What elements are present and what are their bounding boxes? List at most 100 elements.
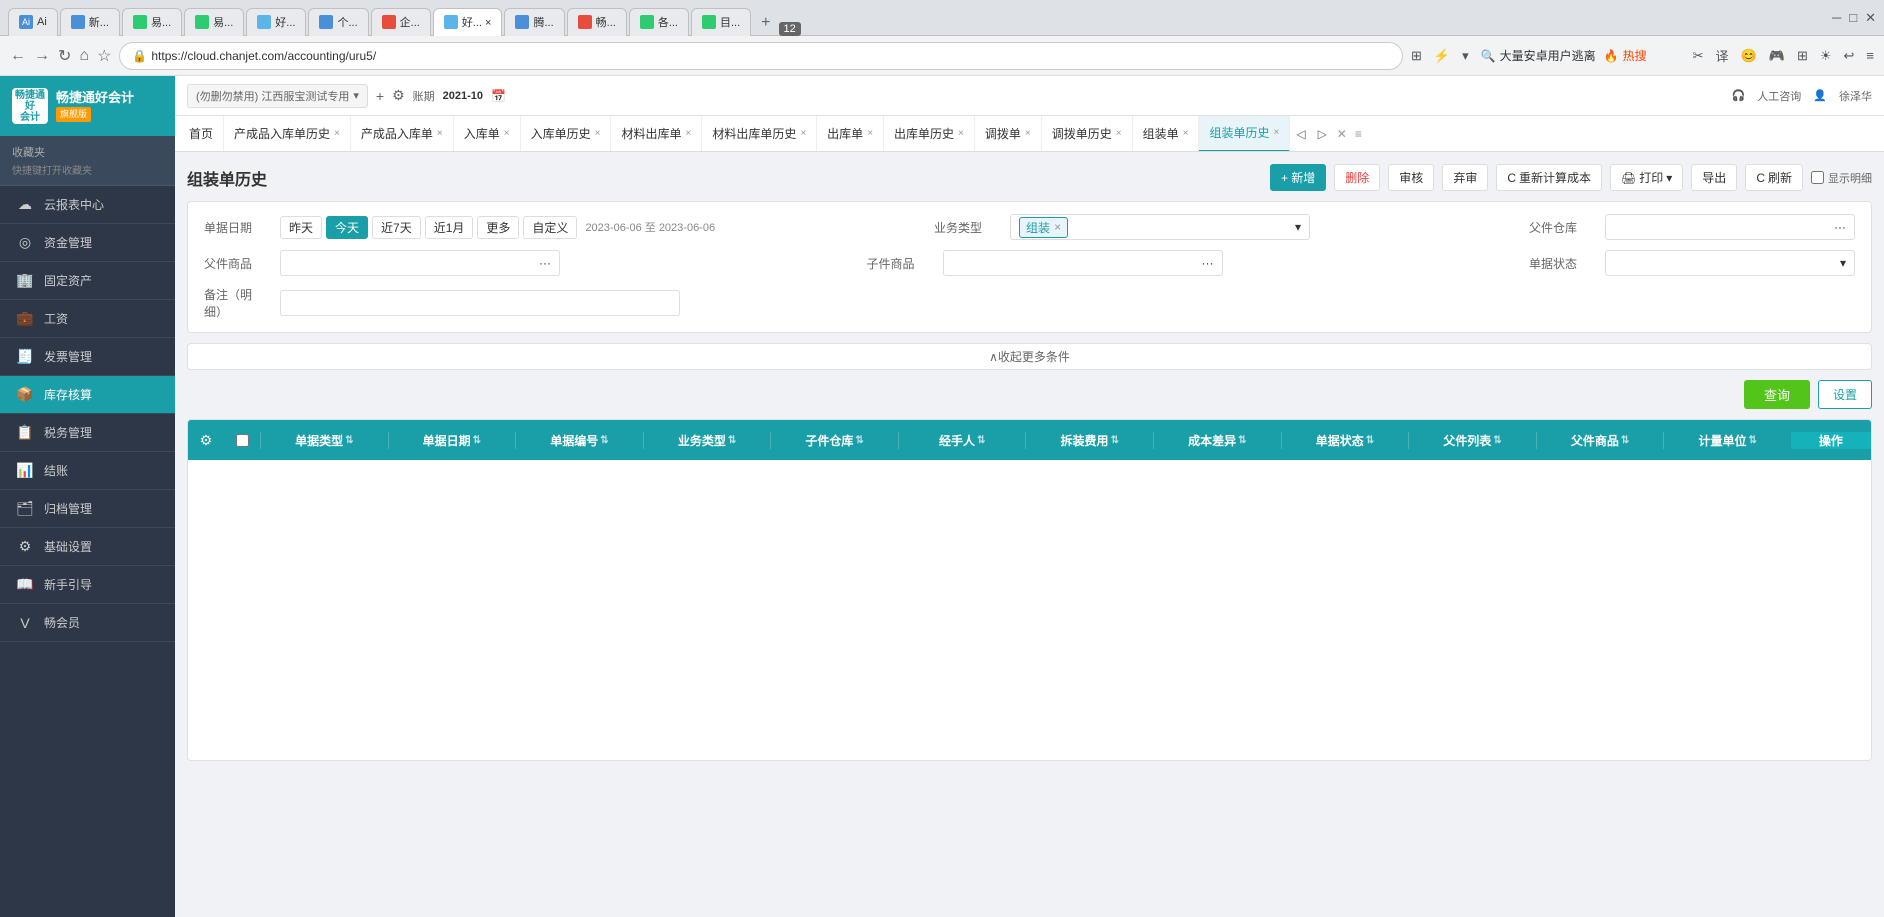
extensions-icon[interactable]: ⊞ bbox=[1411, 48, 1422, 64]
show-detail-checkbox[interactable] bbox=[1811, 171, 1824, 184]
note-input[interactable] bbox=[280, 290, 680, 316]
tab-close-icon[interactable]: × bbox=[800, 128, 806, 139]
export-button[interactable]: 导出 bbox=[1691, 164, 1737, 191]
business-type-select[interactable]: 组装 × ▾ bbox=[1010, 214, 1310, 240]
add-button[interactable]: + 新增 bbox=[1270, 164, 1326, 191]
browser-tab-3[interactable]: 易... bbox=[122, 8, 182, 36]
maximize-icon[interactable]: □ bbox=[1849, 10, 1857, 25]
sidebar-item-assets[interactable]: 🏢 固定资产 bbox=[0, 262, 175, 300]
company-selector[interactable]: (勿删勿禁用) 江西服宝测试专用 ▾ bbox=[187, 84, 368, 108]
minimize-icon[interactable]: ─ bbox=[1832, 10, 1841, 25]
abandon-button[interactable]: 弃审 bbox=[1442, 164, 1488, 191]
col-handler[interactable]: 经手人 ⇅ bbox=[898, 432, 1026, 449]
add-company-button[interactable]: + bbox=[376, 88, 384, 104]
tab-inbound-history[interactable]: 入库单历史 × bbox=[521, 116, 612, 152]
tab-close-icon[interactable]: × bbox=[437, 128, 443, 139]
tag-close-icon[interactable]: × bbox=[1054, 220, 1061, 234]
browser-tab-4[interactable]: 易... bbox=[184, 8, 244, 36]
game-icon[interactable]: 🎮 bbox=[1769, 48, 1785, 64]
sidebar-item-invoice[interactable]: 🧾 发票管理 bbox=[0, 338, 175, 376]
browser-tab-12[interactable]: 目... bbox=[691, 8, 751, 36]
date-btn-custom[interactable]: 自定义 bbox=[523, 216, 577, 239]
calendar-icon[interactable]: 📅 bbox=[491, 89, 506, 103]
tab-close-icon[interactable]: × bbox=[1116, 128, 1122, 139]
sidebar-item-report[interactable]: ☁ 云报表中心 bbox=[0, 186, 175, 224]
tab-close-icon[interactable]: × bbox=[504, 128, 510, 139]
tab-material-outbound-history[interactable]: 材料出库单历史 × bbox=[702, 116, 817, 152]
browser-tab-7[interactable]: 企... bbox=[371, 8, 431, 36]
date-btn-today[interactable]: 今天 bbox=[326, 216, 368, 239]
date-btn-1month[interactable]: 近1月 bbox=[425, 216, 474, 239]
parent-goods-select[interactable]: ··· bbox=[280, 250, 560, 276]
sidebar-item-guide[interactable]: 📖 新手引导 bbox=[0, 566, 175, 604]
close-icon[interactable]: ✕ bbox=[1865, 10, 1876, 26]
settings-gear-icon[interactable]: ⚙ bbox=[392, 87, 405, 104]
tabs-left-arrow[interactable]: ◁ bbox=[1290, 127, 1311, 141]
tab-material-outbound[interactable]: 材料出库单 × bbox=[611, 116, 702, 152]
parent-warehouse-select[interactable]: ··· bbox=[1605, 214, 1855, 240]
sidebar-item-tax[interactable]: 📋 税务管理 bbox=[0, 414, 175, 452]
tab-outbound[interactable]: 出库单 × bbox=[817, 116, 884, 152]
col-type[interactable]: 单据类型 ⇅ bbox=[260, 432, 388, 449]
menu-icon[interactable]: ≡ bbox=[1866, 48, 1874, 63]
undo-icon[interactable]: ↩ bbox=[1844, 48, 1855, 64]
browser-tab-5[interactable]: 好... bbox=[246, 8, 306, 36]
tab-transfer[interactable]: 调拨单 × bbox=[975, 116, 1042, 152]
tab-close-icon[interactable]: × bbox=[595, 128, 601, 139]
date-btn-yesterday[interactable]: 昨天 bbox=[280, 216, 322, 239]
sidebar-item-settings[interactable]: ⚙ 基础设置 bbox=[0, 528, 175, 566]
col-unit[interactable]: 计量单位 ⇅ bbox=[1663, 432, 1791, 449]
tab-close-icon[interactable]: × bbox=[334, 128, 340, 139]
star-button[interactable]: ☆ bbox=[97, 46, 111, 66]
settings-button[interactable]: 设置 bbox=[1818, 380, 1872, 409]
browser-tab-8[interactable]: 好... × bbox=[433, 8, 503, 36]
home-button[interactable]: ⌂ bbox=[79, 47, 89, 65]
delete-button[interactable]: 删除 bbox=[1334, 164, 1380, 191]
tab-product-inbound-history[interactable]: 产成品入库单历史 × bbox=[224, 116, 351, 152]
col-date[interactable]: 单据日期 ⇅ bbox=[388, 432, 516, 449]
tab-home[interactable]: 首页 bbox=[179, 116, 224, 152]
col-parent-list[interactable]: 父件列表 ⇅ bbox=[1408, 432, 1536, 449]
column-settings-icon[interactable]: ⚙ bbox=[188, 432, 224, 449]
tab-outbound-history[interactable]: 出库单历史 × bbox=[884, 116, 975, 152]
emoji-icon[interactable]: 😊 bbox=[1741, 48, 1757, 64]
select-all-checkbox[interactable] bbox=[224, 434, 260, 447]
query-button[interactable]: 查询 bbox=[1744, 380, 1810, 409]
tab-close-icon[interactable]: × bbox=[1273, 127, 1279, 138]
sun-icon[interactable]: ☀ bbox=[1820, 48, 1832, 64]
translate-icon[interactable]: 译 bbox=[1716, 46, 1729, 65]
grid-icon[interactable]: ⊞ bbox=[1797, 48, 1808, 64]
dropdown-icon[interactable]: ▾ bbox=[1462, 48, 1469, 64]
browser-tab-9[interactable]: 腾... bbox=[504, 8, 564, 36]
tab-close-icon[interactable]: × bbox=[958, 128, 964, 139]
col-status[interactable]: 单据状态 ⇅ bbox=[1281, 432, 1409, 449]
recalculate-button[interactable]: C 重新计算成本 bbox=[1496, 164, 1602, 191]
col-disassembly-fee[interactable]: 拆装费用 ⇅ bbox=[1025, 432, 1153, 449]
col-business-type[interactable]: 业务类型 ⇅ bbox=[643, 432, 771, 449]
browser-tab-10[interactable]: 畅... bbox=[567, 8, 627, 36]
sidebar-item-inventory[interactable]: 📦 库存核算 bbox=[0, 376, 175, 414]
browser-tab-2[interactable]: 新... bbox=[60, 8, 120, 36]
sidebar-item-finance[interactable]: ◎ 资金管理 bbox=[0, 224, 175, 262]
favorites-section[interactable]: 收藏夹 快捷键打开收藏夹 bbox=[0, 136, 175, 186]
tab-close-icon[interactable]: × bbox=[685, 128, 691, 139]
back-button[interactable]: ← bbox=[10, 47, 26, 65]
header-checkbox[interactable] bbox=[236, 434, 249, 447]
print-button[interactable]: 🖨 打印 ▾ bbox=[1610, 164, 1683, 191]
user-name[interactable]: 徐泽华 bbox=[1839, 88, 1872, 104]
child-goods-select[interactable]: ··· bbox=[943, 250, 1223, 276]
collapse-more-conditions[interactable]: ∧ 收起更多条件 bbox=[187, 343, 1872, 370]
sidebar-item-archive[interactable]: 🗂 归档管理 bbox=[0, 490, 175, 528]
show-detail-toggle[interactable]: 显示明细 bbox=[1811, 170, 1872, 186]
tab-close-icon[interactable]: × bbox=[1025, 128, 1031, 139]
audit-button[interactable]: 审核 bbox=[1388, 164, 1434, 191]
col-parent-goods[interactable]: 父件商品 ⇅ bbox=[1536, 432, 1664, 449]
browser-tab-6[interactable]: 个... bbox=[308, 8, 368, 36]
browser-tab-11[interactable]: 各... bbox=[629, 8, 689, 36]
tab-transfer-history[interactable]: 调拨单历史 × bbox=[1042, 116, 1133, 152]
tabs-close-all-icon[interactable]: ✕ bbox=[1337, 127, 1347, 141]
tab-product-inbound[interactable]: 产成品入库单 × bbox=[351, 116, 454, 152]
sidebar-item-settlement[interactable]: 📊 结账 bbox=[0, 452, 175, 490]
tabs-right-arrow[interactable]: ▷ bbox=[1312, 127, 1333, 141]
service-label[interactable]: 人工咨询 bbox=[1757, 88, 1801, 104]
